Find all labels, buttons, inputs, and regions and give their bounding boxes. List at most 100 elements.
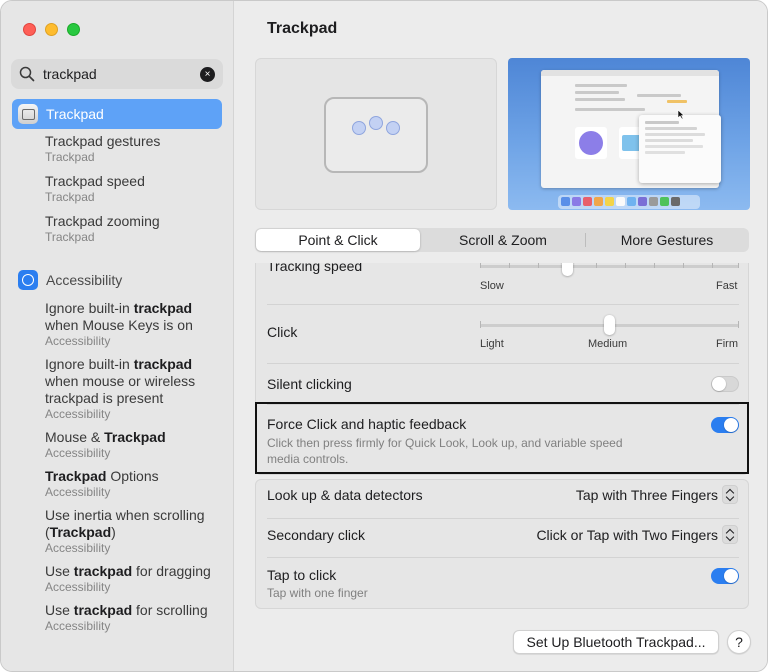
result-category: Accessibility (45, 580, 111, 594)
settings-window: × Trackpad Trackpad gestures Trackpad Tr… (0, 0, 768, 672)
result-text: for scrolling (132, 602, 208, 618)
result-text: Use (45, 602, 74, 618)
settings-list: Tracking speed Slow Fast Click Light Med… (255, 263, 749, 609)
accessibility-results: Ignore built-in trackpad when Mouse Keys… (45, 300, 227, 641)
result-match: trackpad (133, 356, 193, 372)
search-input[interactable] (43, 66, 200, 82)
search-result[interactable]: Ignore built-in trackpad when mouse or w… (45, 356, 227, 422)
result-match: Trackpad (45, 468, 107, 484)
trackpad-icon (18, 104, 38, 124)
force-click-row: Force Click and haptic feedback Click th… (256, 405, 748, 475)
result-text: Use (45, 563, 74, 579)
tab-bar: Point & Click Scroll & Zoom More Gesture… (255, 228, 749, 252)
setup-bluetooth-trackpad-button[interactable]: Set Up Bluetooth Trackpad... (513, 630, 719, 654)
result-text: for dragging (132, 563, 211, 579)
dock-graphic (558, 195, 700, 209)
result-title: Trackpad zooming (45, 213, 160, 229)
search-icon (19, 66, 35, 82)
search-result[interactable]: Mouse & Trackpad Accessibility (45, 429, 227, 461)
result-match: Trackpad (104, 429, 166, 445)
click-pressure-knob[interactable] (604, 315, 615, 335)
result-match: trackpad (73, 563, 133, 579)
result-category: Trackpad (45, 150, 95, 164)
search-result[interactable]: Use trackpad for scrolling Accessibility (45, 602, 227, 634)
tap-to-click-row: Tap to click Tap with one finger (256, 558, 748, 609)
tracking-speed-label: Tracking speed (267, 263, 363, 274)
secondary-click-row: Secondary click Click or Tap with Two Fi… (256, 519, 748, 557)
secondary-click-label: Secondary click (267, 527, 366, 543)
close-window-button[interactable] (23, 23, 36, 36)
result-text: ) (111, 524, 116, 540)
slider-max-label: Fast (716, 280, 738, 292)
search-result[interactable]: Use inertia when scrolling (Trackpad) Ac… (45, 507, 227, 556)
trackpad-illustration (255, 58, 497, 210)
result-match: trackpad (133, 300, 193, 316)
chevron-up-down-icon (722, 525, 738, 544)
silent-clicking-toggle[interactable] (711, 376, 739, 392)
look-up-popup[interactable]: Tap with Three Fingers (576, 485, 738, 504)
search-result[interactable]: Ignore built-in trackpad when Mouse Keys… (45, 300, 227, 349)
finger-dot-icon (386, 121, 400, 135)
search-result[interactable]: Trackpad gestures Trackpad (45, 133, 225, 165)
slider-min-label: Slow (480, 280, 504, 292)
result-title: Trackpad gestures (45, 133, 161, 149)
result-text: when mouse or wireless trackpad is prese… (45, 373, 196, 406)
settings-group: Tracking speed Slow Fast Click Light Med… (255, 263, 749, 475)
search-result[interactable]: Trackpad zooming Trackpad (45, 213, 225, 245)
look-up-label: Look up & data detectors (267, 487, 423, 503)
accessibility-icon (18, 270, 38, 290)
zoom-window-button[interactable] (67, 23, 80, 36)
result-category: Accessibility (45, 334, 111, 348)
result-match: trackpad (73, 602, 133, 618)
sidebar-item-trackpad[interactable]: Trackpad (12, 99, 222, 129)
sidebar: × Trackpad Trackpad gestures Trackpad Tr… (1, 1, 234, 671)
tracking-speed-knob[interactable] (562, 263, 573, 276)
trackpad-graphic (324, 97, 428, 173)
search-field[interactable]: × (11, 59, 223, 89)
tab-more-gestures[interactable]: More Gestures (585, 228, 749, 252)
section-label: Accessibility (46, 272, 123, 288)
popup-value: Click or Tap with Two Fingers (536, 526, 718, 543)
look-up-row: Look up & data detectors Tap with Three … (256, 480, 748, 518)
main-pane: Trackpad Point & Click Scroll & Zoom Mor… (235, 1, 767, 671)
tracking-speed-slider[interactable] (480, 265, 739, 268)
trackpad-results: Trackpad gestures Trackpad Trackpad spee… (45, 133, 225, 253)
page-title: Trackpad (267, 20, 338, 37)
result-category: Accessibility (45, 446, 111, 460)
tab-point-click[interactable]: Point & Click (256, 229, 420, 251)
gesture-preview-video (508, 58, 750, 210)
result-text: Mouse & (45, 429, 105, 445)
tap-to-click-toggle[interactable] (711, 568, 739, 584)
result-category: Accessibility (45, 485, 111, 499)
pointer-cursor-icon (677, 109, 685, 120)
accessibility-section-header: Accessibility (18, 270, 122, 290)
tap-to-click-label: Tap to click (267, 567, 337, 583)
finger-dot-icon (369, 116, 383, 130)
result-category: Trackpad (45, 190, 95, 204)
finger-dot-icon (352, 121, 366, 135)
clear-search-icon[interactable]: × (200, 66, 215, 82)
result-match: Trackpad (49, 524, 112, 540)
result-text: Ignore built-in (45, 300, 134, 316)
search-result[interactable]: Trackpad speed Trackpad (45, 173, 225, 205)
force-click-toggle[interactable] (711, 417, 739, 433)
result-category: Accessibility (45, 407, 111, 421)
click-label: Click (267, 324, 298, 340)
result-text: Ignore built-in (45, 356, 134, 372)
popup-value: Tap with Three Fingers (575, 486, 718, 503)
result-title: Trackpad speed (45, 173, 145, 189)
window-controls (23, 23, 80, 36)
search-result[interactable]: Trackpad Options Accessibility (45, 468, 227, 500)
minimize-window-button[interactable] (45, 23, 58, 36)
result-text: Options (106, 468, 159, 484)
result-category: Trackpad (45, 230, 95, 244)
tab-scroll-zoom[interactable]: Scroll & Zoom (421, 228, 585, 252)
help-button[interactable]: ? (727, 630, 751, 654)
slider-firm-label: Firm (716, 338, 738, 350)
secondary-click-popup[interactable]: Click or Tap with Two Fingers (536, 525, 738, 544)
quick-look-window (639, 115, 721, 183)
slider-medium-label: Medium (588, 338, 628, 350)
search-result[interactable]: Use trackpad for dragging Accessibility (45, 563, 227, 595)
settings-group: Look up & data detectors Tap with Three … (255, 479, 749, 609)
result-text: when Mouse Keys is on (45, 317, 193, 333)
